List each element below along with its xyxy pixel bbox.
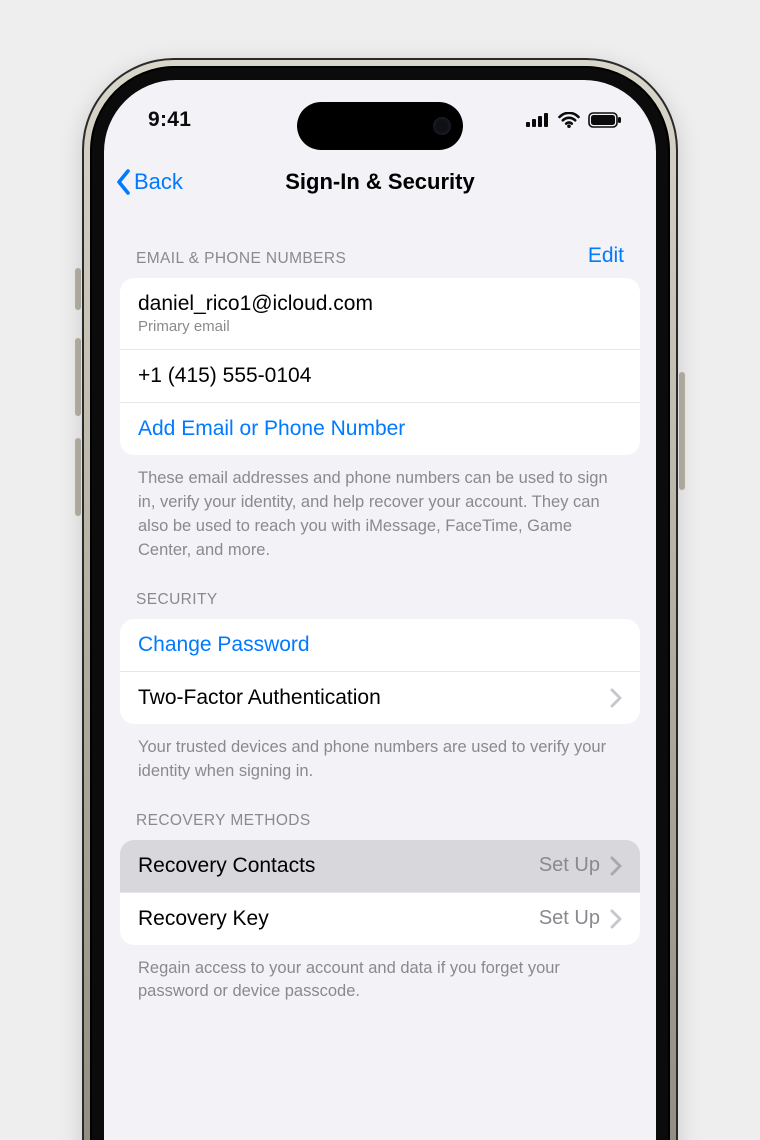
cellular-icon [526,113,550,127]
recovery-contacts-label: Recovery Contacts [138,854,315,878]
back-button[interactable]: Back [114,154,183,210]
stage: 9:41 [0,0,760,1140]
status-bar: 9:41 [104,80,656,154]
row-recovery-key[interactable]: Recovery Key Set Up [120,892,640,945]
ring-switch [75,268,81,310]
wifi-icon [558,112,580,128]
row-two-factor[interactable]: Two-Factor Authentication [120,671,640,724]
recovery-key-value: Set Up [539,907,600,930]
chevron-right-icon [610,856,622,876]
nav-bar: Back Sign-In & Security [104,154,656,210]
row-phone[interactable]: +1 (415) 555-0104 [120,349,640,402]
phone-value: +1 (415) 555-0104 [138,364,311,388]
chevron-right-icon [610,688,622,708]
row-primary-email[interactable]: daniel_rico1@icloud.com Primary email [120,278,640,349]
email-value: daniel_rico1@icloud.com [138,292,373,316]
screen: 9:41 [104,80,656,1140]
row-add-email-phone[interactable]: Add Email or Phone Number [120,402,640,455]
card-email-phone: daniel_rico1@icloud.com Primary email +1… [120,278,640,455]
recovery-contacts-value: Set Up [539,854,600,877]
change-password-label: Change Password [138,633,310,657]
side-button [679,372,685,490]
email-subtitle: Primary email [138,318,373,335]
section-header-email-phone: EMAIL & PHONE NUMBERS Edit [120,216,640,278]
phone-frame: 9:41 [82,58,678,1140]
section-label: EMAIL & PHONE NUMBERS [136,250,346,268]
chevron-left-icon [114,168,132,196]
battery-icon [588,112,622,128]
two-factor-label: Two-Factor Authentication [138,686,381,710]
row-change-password[interactable]: Change Password [120,619,640,671]
section-header-recovery: RECOVERY METHODS [120,784,640,840]
footer-email-phone: These email addresses and phone numbers … [120,455,640,563]
volume-down-button [75,438,81,516]
card-security: Change Password Two-Factor Authenticatio… [120,619,640,724]
back-label: Back [134,169,183,195]
add-email-phone-label: Add Email or Phone Number [138,417,405,441]
footer-security: Your trusted devices and phone numbers a… [120,724,640,784]
content: EMAIL & PHONE NUMBERS Edit daniel_rico1@… [104,210,656,1006]
status-indicators [526,112,622,128]
page-title: Sign-In & Security [285,169,474,195]
section-label: SECURITY [136,591,218,609]
recovery-key-label: Recovery Key [138,907,269,931]
phone-bezel: 9:41 [90,66,670,1140]
card-recovery: Recovery Contacts Set Up Recovery Key [120,840,640,945]
section-label: RECOVERY METHODS [136,812,311,830]
status-time: 9:41 [148,108,191,132]
volume-up-button [75,338,81,416]
row-recovery-contacts[interactable]: Recovery Contacts Set Up [120,840,640,892]
section-header-security: SECURITY [120,563,640,619]
footer-recovery: Regain access to your account and data i… [120,945,640,1005]
edit-button[interactable]: Edit [588,244,624,268]
chevron-right-icon [610,909,622,929]
